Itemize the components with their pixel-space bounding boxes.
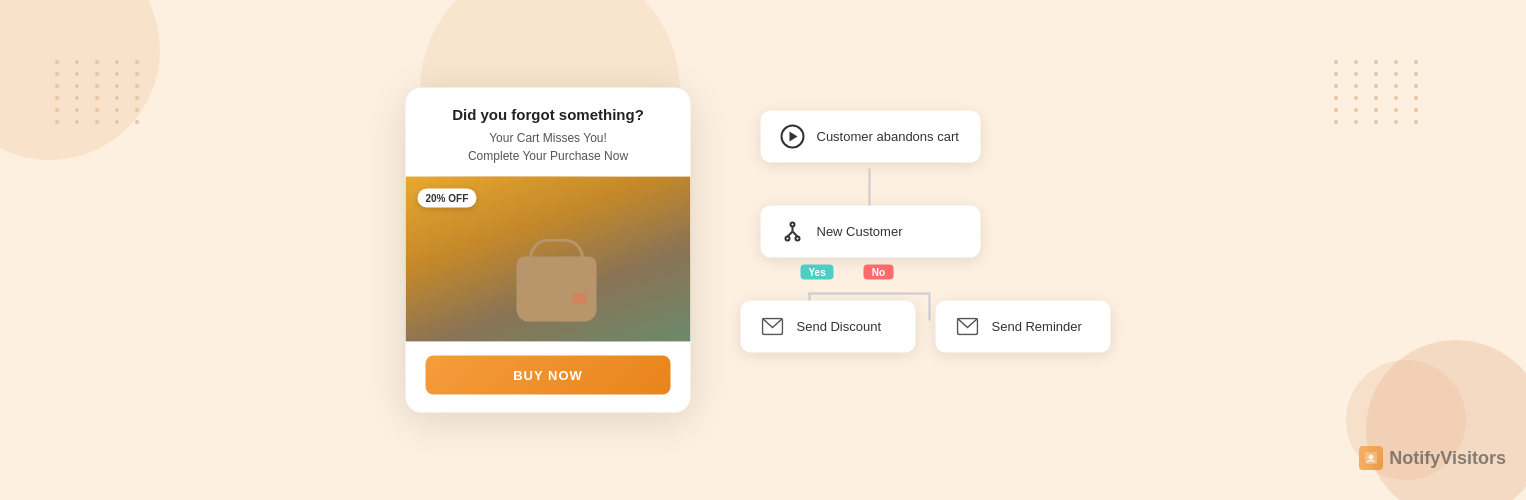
connector-branch-right <box>929 292 931 320</box>
svg-point-4 <box>786 236 790 240</box>
main-content: Did you forgot something? Your Cart Miss… <box>406 88 1121 413</box>
badge-no: No <box>864 264 893 279</box>
play-icon <box>779 122 807 150</box>
bg-dots-right <box>1334 60 1426 124</box>
action-no-node: Send Reminder <box>936 300 1111 352</box>
action-no-label: Send Reminder <box>992 319 1082 334</box>
bg-dots-left <box>55 60 147 124</box>
popup-image-container: 20% OFF <box>406 177 691 342</box>
condition-badges: Yes No <box>801 264 894 279</box>
popup-header: Did you forgot something? Your Cart Miss… <box>406 88 691 177</box>
email-send-discount-icon <box>759 312 787 340</box>
badge-yes: Yes <box>801 264 834 279</box>
bag-buckle <box>572 294 586 304</box>
svg-point-9 <box>1369 455 1374 460</box>
condition-node: New Customer <box>761 205 981 257</box>
workflow-container: Customer abandons cart New Customer Yes … <box>741 90 1121 410</box>
notify-visitors-logo: NotifyVisitors <box>1359 446 1506 470</box>
popup-title: Did you forgot something? <box>426 106 671 123</box>
trigger-node-label: Customer abandons cart <box>817 129 959 144</box>
popup-card: Did you forgot something? Your Cart Miss… <box>406 88 691 413</box>
discount-badge: 20% OFF <box>418 189 477 208</box>
notify-logo-text: NotifyVisitors <box>1389 448 1506 469</box>
buy-now-button[interactable]: BUY NOW <box>426 356 671 395</box>
popup-subtitle: Your Cart Misses You! Complete Your Purc… <box>426 129 671 165</box>
popup-footer: BUY NOW <box>406 342 691 413</box>
condition-node-label: New Customer <box>817 224 903 239</box>
fork-icon <box>779 217 807 245</box>
svg-point-5 <box>796 236 800 240</box>
svg-point-0 <box>791 222 795 226</box>
notify-logo-icon <box>1359 446 1383 470</box>
trigger-node: Customer abandons cart <box>761 110 981 162</box>
bag-shape <box>516 257 596 322</box>
connector-h <box>809 292 929 294</box>
action-yes-node: Send Discount <box>741 300 916 352</box>
email-send-reminder-icon <box>954 312 982 340</box>
bag-strap <box>529 239 584 261</box>
action-yes-label: Send Discount <box>797 319 882 334</box>
